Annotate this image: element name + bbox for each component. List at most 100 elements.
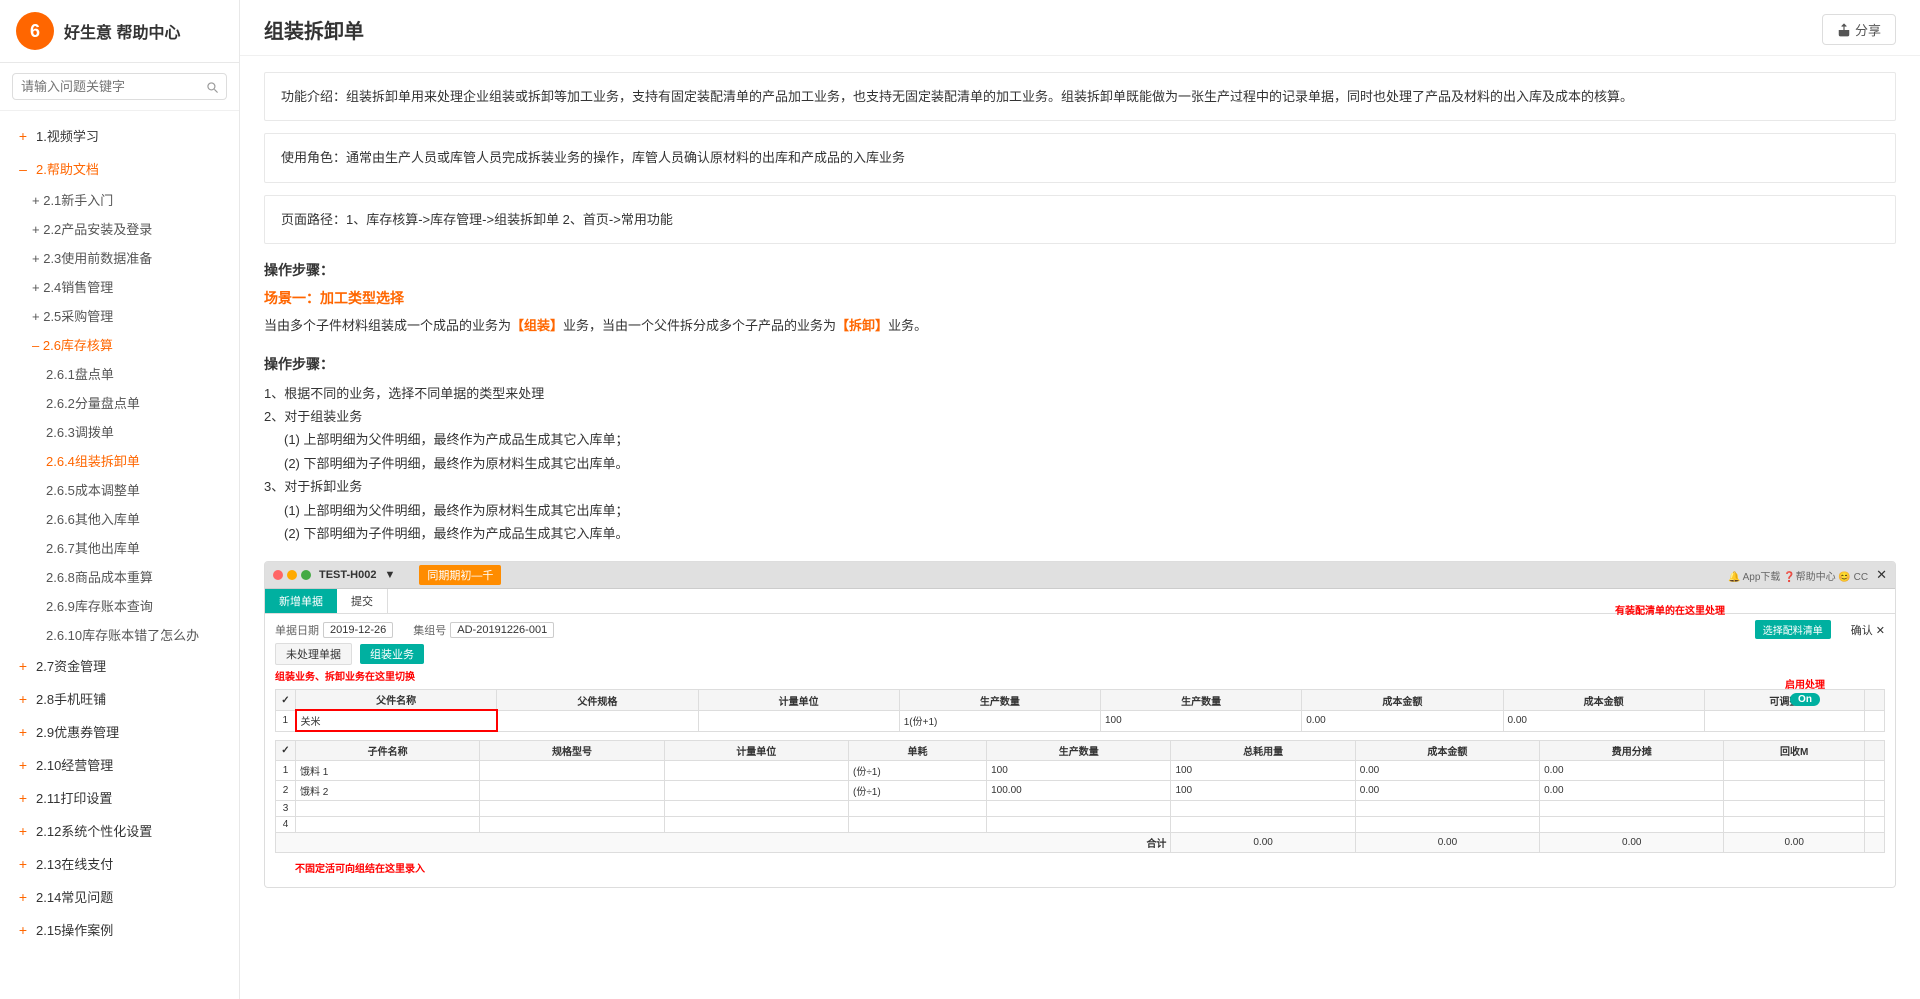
nav-section-215: + 2.15操作案例 bbox=[0, 913, 239, 946]
mock-th2-prod: 生产数量 bbox=[987, 741, 1171, 761]
mock-annotation-right: 启用处理 On bbox=[1785, 676, 1825, 706]
nav-item-2-6-7[interactable]: 2.6.7其他出库单 bbox=[46, 533, 239, 562]
nav-section-27: + 2.7资金管理 bbox=[0, 649, 239, 682]
mock-type-inactive[interactable]: 未处理单据 bbox=[275, 643, 352, 665]
nav-section-211: + 2.11打印设置 bbox=[0, 781, 239, 814]
step-2: 2、对于组装业务 (1) 上部明细为父件明细，最终作为产成品生成其它入库单； (… bbox=[264, 405, 1896, 475]
nav-item-2[interactable]: – 2.帮助文档 bbox=[0, 152, 239, 185]
expand-icon-27: + bbox=[16, 659, 30, 673]
nav-item-2-6-10[interactable]: 2.6.10库存账本错了怎么办 bbox=[46, 620, 239, 649]
mock-tab-new[interactable]: 新增单据 bbox=[265, 589, 337, 613]
nav-item-29[interactable]: + 2.9优惠券管理 bbox=[0, 715, 239, 748]
nav-item-2-6-4[interactable]: 2.6.4组装拆卸单 bbox=[46, 446, 239, 475]
mock-th2-spec: 规格型号 bbox=[480, 741, 664, 761]
mock-table2-row4: 4 bbox=[276, 817, 1885, 833]
nav-item-28[interactable]: + 2.8手机旺铺 bbox=[0, 682, 239, 715]
nav-item-2-6-6[interactable]: 2.6.6其他入库单 bbox=[46, 504, 239, 533]
nav-item-214[interactable]: + 2.14常见问题 bbox=[0, 880, 239, 913]
expand-icon-214: + bbox=[16, 890, 30, 904]
logo-text: 好生意 帮助中心 bbox=[64, 19, 180, 43]
nav-item-2-6-9[interactable]: 2.6.9库存账本查询 bbox=[46, 591, 239, 620]
page-title: 组装拆卸单 bbox=[264, 15, 364, 44]
nav-section-213: + 2.13在线支付 bbox=[0, 847, 239, 880]
nav-item-211[interactable]: + 2.11打印设置 bbox=[0, 781, 239, 814]
mock-tab-submit[interactable]: 提交 bbox=[337, 589, 388, 613]
step-1: 1、根据不同的业务，选择不同单据的类型来处理 bbox=[264, 382, 1896, 405]
expand-icon-215: + bbox=[16, 923, 30, 937]
mock-topbar-id: TEST-H002 bbox=[319, 569, 376, 581]
expand-icon-213: + bbox=[16, 857, 30, 871]
nav-item-2-6-2[interactable]: 2.6.2分量盘点单 bbox=[46, 388, 239, 417]
search-wrapper[interactable] bbox=[12, 73, 227, 100]
nav-item-2-6-1[interactable]: 2.6.1盘点单 bbox=[46, 359, 239, 388]
expand-icon-1: + bbox=[16, 129, 30, 143]
expand-icon-2-3: + bbox=[32, 251, 40, 266]
nav-item-27[interactable]: + 2.7资金管理 bbox=[0, 649, 239, 682]
content-area: 功能介绍：组装拆卸单用来处理企业组装或拆卸等加工业务，支持有固定装配清单的产品加… bbox=[240, 56, 1920, 999]
mock-th-name1: 父件名称 bbox=[296, 690, 497, 711]
mock-th2-recov: 回收M bbox=[1724, 741, 1865, 761]
step-3-1: (1) 上部明细为父件明细，最终作为原材料生成其它出库单； bbox=[284, 499, 1896, 522]
nav-section-214: + 2.14常见问题 bbox=[0, 880, 239, 913]
mock-th2-total: 总耗用量 bbox=[1171, 741, 1355, 761]
sidebar: 6 好生意 帮助中心 + 1.视频学习 – 2.帮助文档 + 2.1 bbox=[0, 0, 240, 999]
steps-list: 1、根据不同的业务，选择不同单据的类型来处理 2、对于组装业务 (1) 上部明细… bbox=[264, 382, 1896, 546]
mock-type-active[interactable]: 组装业务 bbox=[360, 644, 424, 664]
mock-on-toggle[interactable]: On bbox=[1790, 693, 1820, 706]
nav-item-2-1[interactable]: + 2.1新手入门 bbox=[32, 185, 239, 214]
nav-item-2-2[interactable]: + 2.2产品安装及登录 bbox=[32, 214, 239, 243]
nav-item-215[interactable]: + 2.15操作案例 bbox=[0, 913, 239, 946]
nav-section-1: + 1.视频学习 bbox=[0, 119, 239, 152]
search-area bbox=[0, 63, 239, 111]
nav-item-1[interactable]: + 1.视频学习 bbox=[0, 119, 239, 152]
nav-item-2-5[interactable]: + 2.5采购管理 bbox=[32, 301, 239, 330]
mock-th-unit1: 计量单位 bbox=[698, 690, 899, 711]
collapse-icon-2-6: – bbox=[32, 338, 39, 353]
mock-close-icon[interactable]: ✕ bbox=[1876, 567, 1887, 583]
scenario-desc: 当由多个子件材料组装成一个成品的业务为【组装】业务，当由一个父件拆分成多个子产品… bbox=[264, 314, 1896, 337]
share-button[interactable]: 分享 bbox=[1822, 14, 1896, 45]
path-text: 页面路径：1、库存核算->库存管理->组装拆卸单 2、首页->常用功能 bbox=[281, 212, 673, 227]
nav-item-2-4[interactable]: + 2.4销售管理 bbox=[32, 272, 239, 301]
mock-confirm-btn: 确认 ✕ bbox=[1851, 622, 1885, 638]
mock-annotation-btn[interactable]: 选择配料清单 bbox=[1755, 620, 1831, 639]
mock-th-spec1: 父件规格 bbox=[497, 690, 698, 711]
mock-th-cost2: 成本金额 bbox=[1503, 690, 1704, 711]
expand-icon-28: + bbox=[16, 692, 30, 706]
mock-topbar-btn[interactable]: 同期期初—千 bbox=[419, 565, 501, 585]
nav-item-213[interactable]: + 2.13在线支付 bbox=[0, 847, 239, 880]
screenshot-inner: TEST-H002 ▼ 同期期初—千 🔔 App下载 ❓帮助中心 😊 CC ✕ … bbox=[265, 562, 1895, 887]
intro-block: 功能介绍：组装拆卸单用来处理企业组装或拆卸等加工业务，支持有固定装配清单的产品加… bbox=[264, 72, 1896, 121]
mock-annotation-bottom: 不固定活可向组结在这里录入 bbox=[295, 860, 425, 875]
nav-item-2-6-5[interactable]: 2.6.5成本调整单 bbox=[46, 475, 239, 504]
nav-sub-2-6: 2.6.1盘点单 2.6.2分量盘点单 2.6.3调拨单 2.6.4组装拆卸单 … bbox=[32, 359, 239, 649]
mock-date-field: 单据日期 2019-12-26 bbox=[275, 622, 393, 638]
nav-item-2-6-3[interactable]: 2.6.3调拨单 bbox=[46, 417, 239, 446]
nav-item-2-3[interactable]: + 2.3使用前数据准备 bbox=[32, 243, 239, 272]
screenshot-container: TEST-H002 ▼ 同期期初—千 🔔 App下载 ❓帮助中心 😊 CC ✕ … bbox=[264, 561, 1896, 888]
expand-icon-211: + bbox=[16, 791, 30, 805]
logo-area: 6 好生意 帮助中心 bbox=[0, 0, 239, 63]
nav-item-2-6[interactable]: – 2.6库存核算 bbox=[32, 330, 239, 359]
nav-section-212: + 2.12系统个性化设置 bbox=[0, 814, 239, 847]
search-input[interactable] bbox=[12, 73, 227, 100]
mock-batch-field: 集组号 AD-20191226-001 bbox=[413, 622, 554, 638]
nav-section-210: + 2.10经营管理 bbox=[0, 748, 239, 781]
mock-table2-row3: 3 bbox=[276, 801, 1885, 817]
ops-heading: 操作步骤： bbox=[264, 260, 1896, 280]
nav-item-212[interactable]: + 2.12系统个性化设置 bbox=[0, 814, 239, 847]
mock-th2-cost: 成本金额 bbox=[1355, 741, 1539, 761]
nav-sub-2: + 2.1新手入门 + 2.2产品安装及登录 + 2.3使用前数据准备 + 2.… bbox=[0, 185, 239, 649]
expand-icon-2-5: + bbox=[32, 309, 40, 324]
mock-batch-label: 集组号 bbox=[413, 622, 446, 638]
mock-batch-value: AD-20191226-001 bbox=[450, 622, 554, 638]
step-3-2: (2) 下部明细为子件明细，最终作为产成品生成其它入库单。 bbox=[284, 522, 1896, 545]
nav-tree: + 1.视频学习 – 2.帮助文档 + 2.1新手入门 + 2.2产品安装及登录 bbox=[0, 111, 239, 999]
share-icon bbox=[1837, 23, 1851, 37]
nav-item-210[interactable]: + 2.10经营管理 bbox=[0, 748, 239, 781]
nav-item-2-6-8[interactable]: 2.6.8商品成本重算 bbox=[46, 562, 239, 591]
mock-th2-action bbox=[1865, 741, 1885, 761]
nav-section-29: + 2.9优惠券管理 bbox=[0, 715, 239, 748]
mock-annotation-middle: 组装业务、拆卸业务在这里切换 bbox=[275, 668, 415, 683]
expand-icon-2-4: + bbox=[32, 280, 40, 295]
